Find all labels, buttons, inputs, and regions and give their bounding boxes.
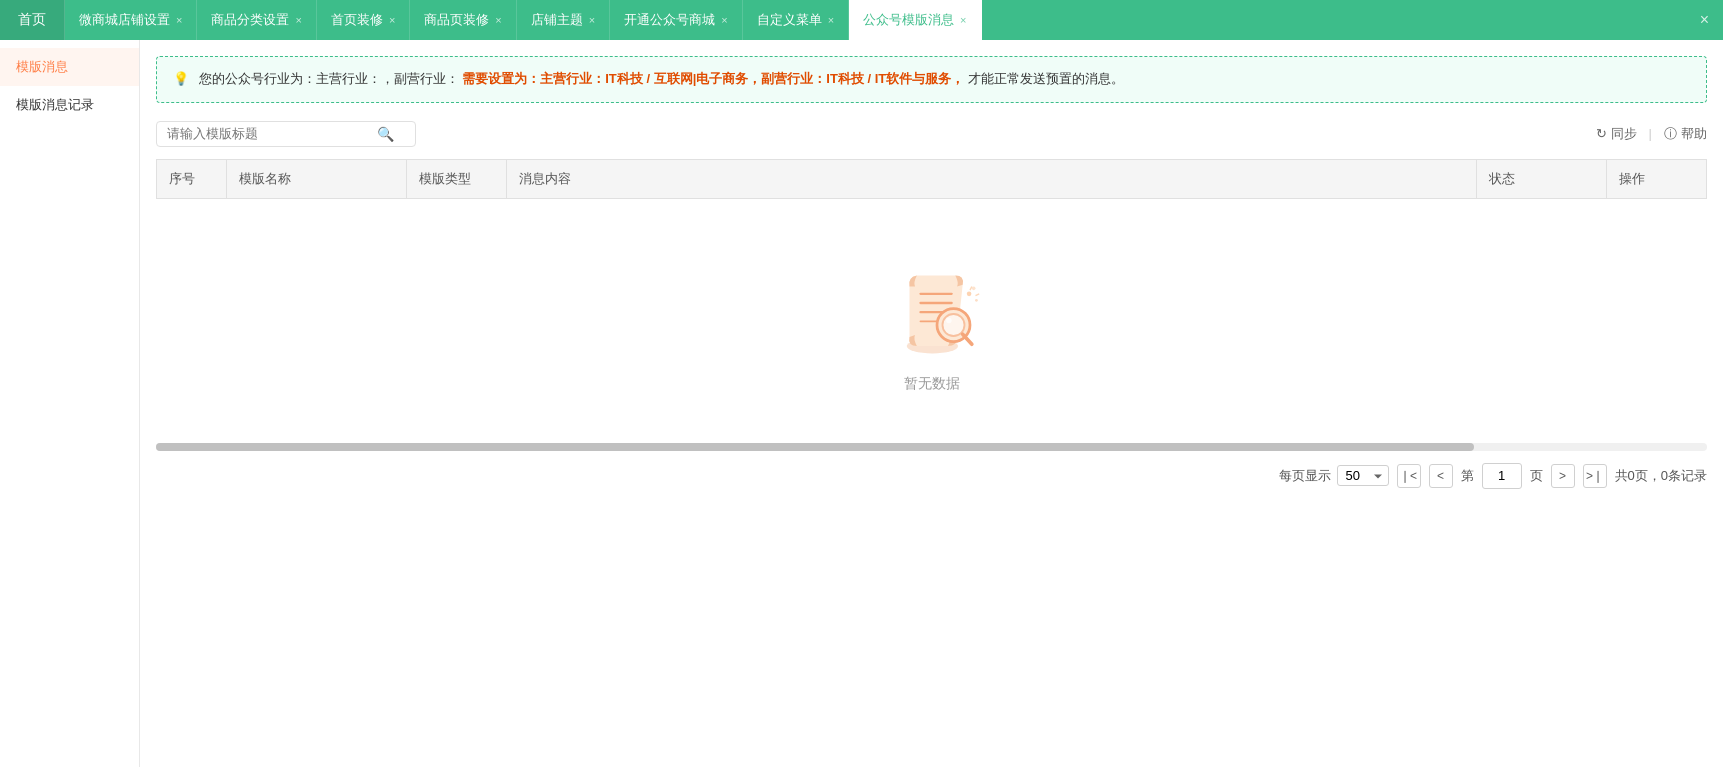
nav-home-label: 首页 <box>18 11 46 29</box>
help-label: 帮助 <box>1681 125 1707 143</box>
search-area[interactable]: 🔍 <box>156 121 416 147</box>
nav-close-icon[interactable]: × <box>589 14 595 26</box>
empty-state-text: 暂无数据 <box>157 375 1707 393</box>
notice-bulb-icon: 💡 <box>173 71 189 86</box>
nav-close-icon[interactable]: × <box>495 14 501 26</box>
col-header-type: 模版类型 <box>407 159 507 198</box>
table-empty-row: 暂无数据 <box>157 198 1707 433</box>
data-table: 序号 模版名称 模版类型 消息内容 状态 操作 <box>156 159 1707 433</box>
notice-text-suffix: 才能正常发送预置的消息。 <box>968 71 1124 86</box>
toolbar-right: ↻ 同步 | ⓘ 帮助 <box>1596 125 1707 143</box>
nav-item-menu[interactable]: 自定义菜单 × <box>743 0 849 40</box>
sidebar-item-template-msg-log[interactable]: 模版消息记录 <box>0 86 139 124</box>
svg-point-10 <box>975 299 978 302</box>
empty-state-icon <box>882 259 982 359</box>
empty-illustration <box>882 259 992 369</box>
table-header-row: 序号 模版名称 模版类型 消息内容 状态 操作 <box>157 159 1707 198</box>
svg-point-6 <box>942 314 964 336</box>
nav-close-all-button[interactable]: × <box>1686 11 1723 29</box>
scrollbar-thumb[interactable] <box>156 443 1474 451</box>
nav-item-mall[interactable]: 开通公众号商城 × <box>610 0 742 40</box>
last-page-button[interactable]: >❘ <box>1583 464 1607 488</box>
empty-state: 暂无数据 <box>157 199 1707 433</box>
nav-close-icon[interactable]: × <box>176 14 182 26</box>
nav-item-home-decor[interactable]: 首页装修 × <box>317 0 410 40</box>
sidebar-item-template-msg[interactable]: 模版消息 <box>0 48 139 86</box>
toolbar-divider: | <box>1649 126 1652 141</box>
nav-label: 商品页装修 <box>424 11 489 29</box>
pagination: 每页显示 10 20 50 100 ❘< < 第 页 > >❘ 共0页，0条记录 <box>156 463 1707 489</box>
horizontal-scrollbar[interactable] <box>156 443 1707 451</box>
nav-close-icon[interactable]: × <box>295 14 301 26</box>
next-page-button[interactable]: > <box>1551 464 1575 488</box>
nav-item-home[interactable]: 首页 <box>0 0 65 40</box>
current-page-input[interactable] <box>1482 463 1522 489</box>
main-layout: 模版消息 模版消息记录 💡 您的公众号行业为：主营行业：，副营行业： 需要设置为… <box>0 40 1723 767</box>
help-button[interactable]: ⓘ 帮助 <box>1664 125 1707 143</box>
col-header-seq: 序号 <box>157 159 227 198</box>
nav-item-category[interactable]: 商品分类设置 × <box>197 0 316 40</box>
sync-icon: ↻ <box>1596 126 1607 141</box>
prev-page-button[interactable]: < <box>1429 464 1453 488</box>
nav-item-theme[interactable]: 店铺主题 × <box>517 0 610 40</box>
sidebar-item-label: 模版消息 <box>16 59 68 74</box>
notice-box: 💡 您的公众号行业为：主营行业：，副营行业： 需要设置为：主营行业：IT科技 /… <box>156 56 1707 103</box>
nav-label: 微商城店铺设置 <box>79 11 170 29</box>
page-label-post: 页 <box>1530 467 1543 485</box>
total-info: 共0页，0条记录 <box>1615 467 1707 485</box>
nav-close-icon[interactable]: × <box>721 14 727 26</box>
sidebar-item-label: 模版消息记录 <box>16 97 94 112</box>
svg-line-13 <box>975 294 979 296</box>
nav-label: 公众号模版消息 <box>863 11 954 29</box>
sync-label: 同步 <box>1611 125 1637 143</box>
svg-point-8 <box>946 317 952 323</box>
nav-label: 首页装修 <box>331 11 383 29</box>
nav-label: 自定义菜单 <box>757 11 822 29</box>
close-all-icon: × <box>1700 11 1709 28</box>
search-input[interactable] <box>167 126 377 141</box>
svg-point-9 <box>966 291 971 296</box>
nav-label: 商品分类设置 <box>211 11 289 29</box>
svg-line-12 <box>970 286 972 290</box>
nav-label: 开通公众号商城 <box>624 11 715 29</box>
col-header-action: 操作 <box>1607 159 1707 198</box>
col-header-content: 消息内容 <box>507 159 1477 198</box>
notice-highlight-text: 需要设置为：主营行业：IT科技 / 互联网|电子商务，副营行业：IT科技 / I… <box>462 71 964 86</box>
nav-close-icon[interactable]: × <box>389 14 395 26</box>
col-header-status: 状态 <box>1477 159 1607 198</box>
nav-item-shop-settings[interactable]: 微商城店铺设置 × <box>65 0 197 40</box>
first-page-button[interactable]: ❘< <box>1397 464 1421 488</box>
help-icon: ⓘ <box>1664 125 1677 143</box>
content-area: 💡 您的公众号行业为：主营行业：，副营行业： 需要设置为：主营行业：IT科技 /… <box>140 40 1723 767</box>
notice-text-prefix: 您的公众号行业为：主营行业：，副营行业： <box>199 71 459 86</box>
per-page-label: 每页显示 <box>1279 467 1331 485</box>
sync-button[interactable]: ↻ 同步 <box>1596 125 1637 143</box>
nav-close-icon[interactable]: × <box>828 14 834 26</box>
nav-item-product-decor[interactable]: 商品页装修 × <box>410 0 516 40</box>
per-page-selector: 每页显示 10 20 50 100 <box>1279 465 1389 486</box>
sidebar: 模版消息 模版消息记录 <box>0 40 140 767</box>
search-icon[interactable]: 🔍 <box>377 126 394 142</box>
col-header-name: 模版名称 <box>227 159 407 198</box>
per-page-select[interactable]: 10 20 50 100 <box>1337 465 1389 486</box>
top-nav: 首页 微商城店铺设置 × 商品分类设置 × 首页装修 × 商品页装修 × 店铺主… <box>0 0 1723 40</box>
toolbar: 🔍 ↻ 同步 | ⓘ 帮助 <box>156 121 1707 147</box>
svg-point-11 <box>971 286 975 290</box>
nav-close-icon[interactable]: × <box>960 14 966 26</box>
nav-item-template-msg[interactable]: 公众号模版消息 × <box>849 0 981 40</box>
page-label-pre: 第 <box>1461 467 1474 485</box>
nav-label: 店铺主题 <box>531 11 583 29</box>
